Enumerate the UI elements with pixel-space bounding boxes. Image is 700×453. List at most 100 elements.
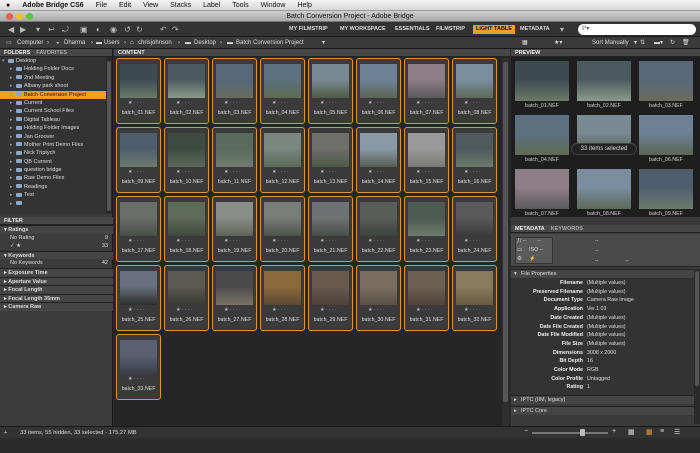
filter-section-header[interactable]: ▸ Focal Length <box>0 285 113 294</box>
thumbnail-image[interactable] <box>360 202 397 236</box>
rating-stars[interactable]: ★ · · · · <box>368 169 385 175</box>
collapsed-arrow-icon[interactable]: ▸ <box>10 74 13 82</box>
folder-tree-item[interactable]: ▸ Digital Tableau <box>0 116 106 124</box>
rating-stars[interactable]: ★ · · · · <box>128 169 145 175</box>
preview-thumbnail[interactable] <box>515 61 569 101</box>
undo-icon[interactable]: ↶ <box>160 25 167 34</box>
collapsed-arrow-icon[interactable]: ▸ <box>10 141 13 149</box>
thumbnail-image[interactable] <box>216 64 253 98</box>
tab-folders[interactable]: FOLDERS <box>4 50 30 56</box>
thumbnail-image[interactable] <box>264 271 301 305</box>
menu-tools[interactable]: Tools <box>232 2 248 9</box>
folder-tree-item[interactable]: ▸ Holding Folder Docs <box>0 65 106 73</box>
thumbnail-image[interactable] <box>408 271 445 305</box>
collapsed-arrow-icon[interactable]: ▸ <box>10 91 13 99</box>
tab-keywords[interactable]: KEYWORDS <box>551 226 583 232</box>
folder-tree-item[interactable]: ▸ Current <box>0 99 106 107</box>
recent-folders-icon[interactable]: ▾ <box>36 25 40 34</box>
thumbnail-image[interactable] <box>360 271 397 305</box>
thumbnail-image[interactable] <box>456 64 493 98</box>
collapsed-arrow-icon[interactable]: ▸ <box>10 107 13 115</box>
rating-stars[interactable]: ★ · · · · <box>224 100 241 106</box>
rating-stars[interactable]: ★ · · · · <box>464 307 481 313</box>
list-view-icon[interactable]: ☰ <box>674 428 680 436</box>
thumbnail-card[interactable]: ★ · · · · batch_19.NEF <box>212 196 257 262</box>
thumbnail-image[interactable] <box>408 202 445 236</box>
collapsed-arrow-icon[interactable]: ▸ <box>10 149 13 157</box>
rotate-left-icon[interactable]: ↺ <box>124 25 131 34</box>
preview-thumbnail[interactable] <box>639 61 693 101</box>
folder-tree-item[interactable]: ▸ Raw Demo Files <box>0 174 106 182</box>
file-properties-header[interactable]: ▾ File Properties <box>511 269 694 278</box>
thumbnail-image[interactable] <box>120 271 157 305</box>
rating-stars[interactable]: ★ · · · · <box>416 169 433 175</box>
thumbnail-view-icon[interactable]: ▦ <box>646 428 653 436</box>
breadcrumb-current[interactable]: Batch Conversion Project <box>236 39 304 47</box>
thumbnail-card[interactable]: ★ · · · · batch_03.NEF <box>212 58 257 124</box>
thumbnail-card[interactable]: ★ · · · · batch_02.NEF <box>164 58 209 124</box>
zoom-window-button[interactable] <box>26 13 33 20</box>
trash-icon[interactable]: 🗑 <box>682 39 690 47</box>
thumbnail-card[interactable]: ★ · · · · batch_12.NEF <box>260 127 305 193</box>
sort-direction-icon[interactable]: ⇅ <box>640 39 645 47</box>
breadcrumb-computer[interactable]: Computer <box>17 39 43 47</box>
thumbnail-image[interactable] <box>360 64 397 98</box>
thumbnail-image[interactable] <box>408 133 445 167</box>
expand-arrow-icon[interactable]: ▾ <box>2 57 5 65</box>
new-folder-icon[interactable]: ▬▾ <box>654 39 663 47</box>
thumbnail-card[interactable]: ★ · · · · batch_26.NEF <box>164 265 209 331</box>
thumbnail-image[interactable] <box>312 133 349 167</box>
thumbnail-image[interactable] <box>264 133 301 167</box>
folder-tree-item[interactable]: ▸ QB Current <box>0 158 106 166</box>
folder-tree-item[interactable]: ▸ 2nd Meeting <box>0 74 106 82</box>
menu-help[interactable]: Help <box>297 2 311 9</box>
collapsed-arrow-icon[interactable]: ▸ <box>10 191 13 199</box>
rating-stars[interactable]: ★ · · · · <box>224 238 241 244</box>
metadata-section-header[interactable]: ▸ IPTC (IIM, legacy) <box>511 395 694 404</box>
rating-stars[interactable]: ★ · · · · <box>176 100 193 106</box>
rating-stars[interactable]: ★ · · · · <box>128 100 145 106</box>
thumbnail-image[interactable] <box>216 133 253 167</box>
thumbnail-card[interactable]: ★ · · · · batch_27.NEF <box>212 265 257 331</box>
folder-tree-item[interactable]: ▸ Mother Print Demo Files <box>0 141 106 149</box>
folder-tree-item[interactable]: ▸ Test <box>0 191 106 199</box>
folder-tree-item[interactable]: ▸ Jan Groover <box>0 133 106 141</box>
camera-icon[interactable]: ▣ <box>80 25 88 34</box>
forward-icon[interactable]: ▶ <box>20 25 26 34</box>
folder-tree-item[interactable]: ▸ <box>0 200 106 208</box>
return-icon[interactable]: ↩ <box>48 25 55 34</box>
thumbnail-card[interactable]: ★ · · · · batch_23.NEF <box>404 196 449 262</box>
metadata-section-header[interactable]: ▸ IPTC Core <box>511 406 694 415</box>
breadcrumb-dharma[interactable]: Dharma <box>64 39 85 47</box>
thumbnail-card[interactable]: ★ · · · · batch_14.NEF <box>356 127 401 193</box>
rating-stars[interactable]: ★ · · · · <box>272 307 289 313</box>
rating-stars[interactable]: ★ · · · · <box>176 169 193 175</box>
thumbnail-card[interactable]: ★ · · · · batch_30.NEF <box>356 265 401 331</box>
rating-stars[interactable]: ★ · · · · <box>416 100 433 106</box>
thumbnail-image[interactable] <box>312 271 349 305</box>
thumbnail-card[interactable]: ★ · · · · batch_17.NEF <box>116 196 161 262</box>
tab-favorites[interactable]: FAVORITES <box>36 50 67 56</box>
thumbnail-image[interactable] <box>408 64 445 98</box>
rating-stars[interactable]: ★ · · · · <box>224 169 241 175</box>
rating-stars[interactable]: ★ · · · · <box>464 100 481 106</box>
rating-stars[interactable]: ★ · · · · <box>272 238 289 244</box>
menu-view[interactable]: View <box>143 2 158 9</box>
breadcrumb-user[interactable]: chrisjohnson <box>138 39 172 47</box>
collapsed-arrow-icon[interactable]: ▸ <box>10 82 13 90</box>
thumbnail-image[interactable] <box>120 133 157 167</box>
folder-tree-item[interactable]: ▾ Desktop <box>0 57 106 65</box>
filter-option[interactable]: No Rating 9 <box>0 234 113 243</box>
menu-edit[interactable]: Edit <box>119 2 131 9</box>
filter-section-header[interactable]: ▸ Exposure Time <box>0 267 113 277</box>
collapsed-arrow-icon[interactable]: ▸ <box>10 200 13 208</box>
folder-tree-item[interactable]: ▸ question bridge <box>0 166 106 174</box>
thumbnail-image[interactable] <box>216 271 253 305</box>
thumbnail-image[interactable] <box>456 271 493 305</box>
metadata-scrollbar[interactable] <box>694 269 700 424</box>
rating-stars[interactable]: ★ · · · · <box>464 169 481 175</box>
thumbnail-image[interactable] <box>168 133 205 167</box>
collapsed-arrow-icon[interactable]: ▸ <box>10 158 13 166</box>
thumbnail-card[interactable]: ★ · · · · batch_20.NEF <box>260 196 305 262</box>
workspace-menu-icon[interactable]: ▾ <box>560 25 564 34</box>
